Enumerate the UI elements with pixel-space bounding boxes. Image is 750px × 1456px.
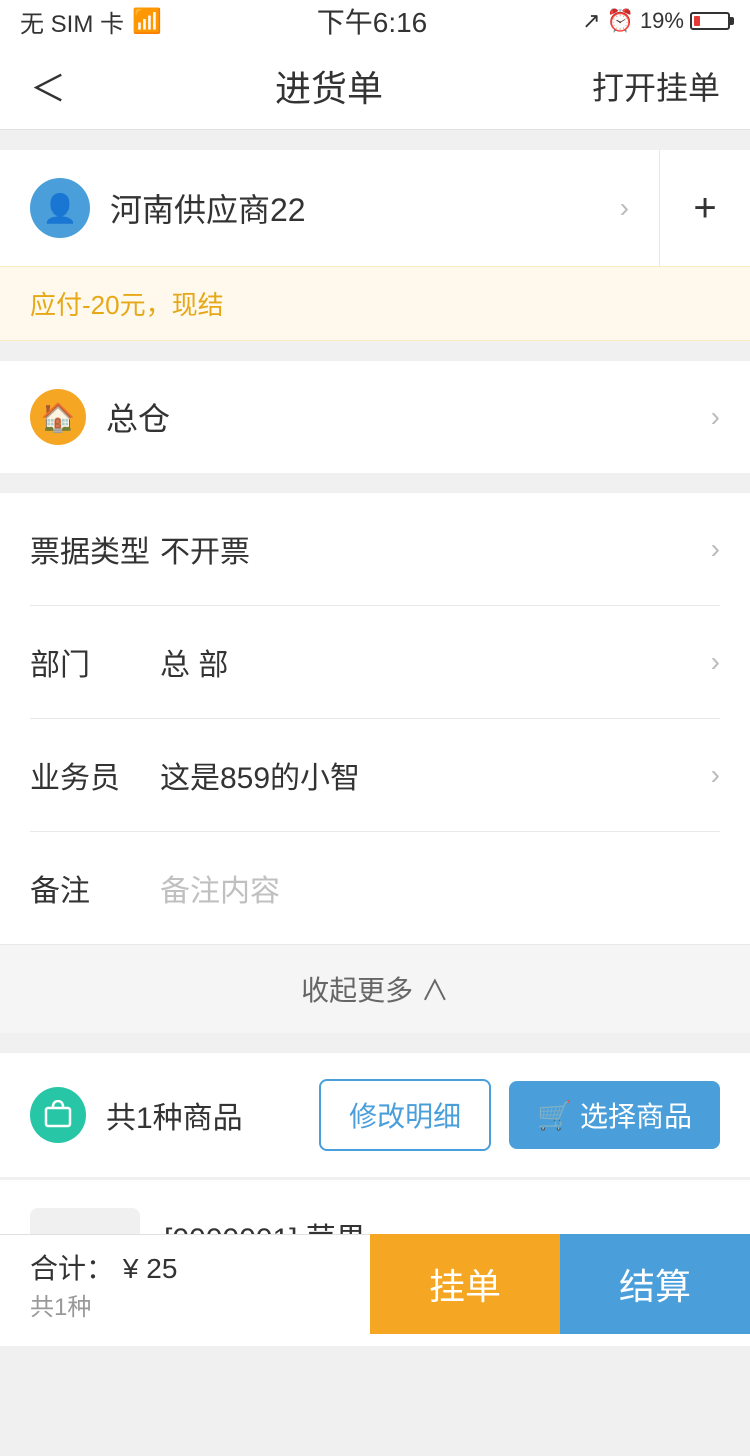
location-icon: ↗ bbox=[582, 8, 600, 34]
total-section: 合计： ¥ 25 共1种 bbox=[0, 1234, 370, 1334]
page-title: 进货单 bbox=[275, 60, 383, 112]
total-amount: 合计： ¥ 25 bbox=[30, 1247, 340, 1287]
nav-bar: ＜ 进货单 打开挂单 bbox=[0, 42, 750, 130]
person-icon: 👤 bbox=[43, 192, 78, 225]
warehouse-selector[interactable]: 🏠 总仓 › bbox=[0, 361, 750, 473]
notice-banner: 应付-20元，现结 bbox=[0, 266, 750, 341]
warehouse-name: 总仓 bbox=[106, 394, 701, 440]
cart-icon: 🛒 bbox=[537, 1099, 572, 1132]
battery-percent: 19% bbox=[640, 8, 684, 34]
supplier-section: 👤 河南供应商22 › + bbox=[0, 150, 750, 266]
invoice-label: 票据类型 bbox=[30, 527, 160, 571]
total-count: 共1种 bbox=[30, 1287, 340, 1322]
back-button[interactable]: ＜ bbox=[30, 60, 66, 112]
suspend-button[interactable]: 挂单 bbox=[370, 1234, 560, 1334]
remark-input[interactable]: 备注内容 bbox=[160, 866, 720, 910]
battery-icon bbox=[690, 12, 730, 30]
remark-row[interactable]: 备注 备注内容 bbox=[0, 832, 750, 944]
salesman-row[interactable]: 业务员 这是859的小智 › bbox=[0, 719, 750, 831]
separator-1 bbox=[0, 130, 750, 150]
product-header: 共1种商品 修改明细 🛒 选择商品 bbox=[0, 1053, 750, 1178]
warehouse-icon: 🏠 bbox=[30, 389, 86, 445]
modify-detail-button[interactable]: 修改明细 bbox=[319, 1079, 491, 1151]
supplier-avatar: 👤 bbox=[30, 178, 90, 238]
invoice-value: 不开票 bbox=[160, 527, 701, 571]
collapse-button[interactable]: 收起更多 ∧ bbox=[0, 944, 750, 1033]
status-bar: 无 SIM 卡 📶 下午6:16 ↗ ⏰ 19% bbox=[0, 0, 750, 42]
invoice-type-row[interactable]: 票据类型 不开票 › bbox=[0, 493, 750, 605]
product-icon bbox=[30, 1087, 86, 1143]
chevron-right-icon-2: › bbox=[711, 401, 720, 433]
status-time: 下午6:16 bbox=[317, 1, 428, 41]
alarm-icon: ⏰ bbox=[607, 8, 634, 34]
form-section: 票据类型 不开票 › 部门 总 部 › 业务员 这是859的小智 › 备注 备注… bbox=[0, 493, 750, 944]
supplier-name: 河南供应商22 bbox=[110, 185, 610, 231]
department-value: 总 部 bbox=[160, 640, 701, 684]
open-pending-button[interactable]: 打开挂单 bbox=[592, 63, 720, 109]
department-label: 部门 bbox=[30, 640, 160, 684]
department-row[interactable]: 部门 总 部 › bbox=[0, 606, 750, 718]
status-right: ↗ ⏰ 19% bbox=[582, 8, 730, 34]
supplier-selector[interactable]: 👤 河南供应商22 › bbox=[0, 150, 660, 266]
separator-2 bbox=[0, 341, 750, 361]
chevron-right-icon: › bbox=[620, 192, 629, 224]
checkout-button[interactable]: 结算 bbox=[560, 1234, 750, 1334]
add-supplier-button[interactable]: + bbox=[660, 150, 750, 266]
separator-3 bbox=[0, 473, 750, 493]
chevron-right-icon-3: › bbox=[711, 533, 720, 565]
chevron-right-icon-5: › bbox=[711, 759, 720, 791]
status-carrier: 无 SIM 卡 📶 bbox=[20, 4, 162, 39]
bottom-bar: 合计： ¥ 25 共1种 挂单 结算 bbox=[0, 1234, 750, 1334]
product-count: 共1种商品 bbox=[106, 1093, 319, 1137]
chevron-right-icon-4: › bbox=[711, 646, 720, 678]
separator-4 bbox=[0, 1033, 750, 1053]
select-product-button[interactable]: 🛒 选择商品 bbox=[509, 1081, 720, 1149]
remark-label: 备注 bbox=[30, 866, 160, 910]
salesman-value: 这是859的小智 bbox=[160, 753, 701, 797]
wifi-icon: 📶 bbox=[132, 7, 162, 36]
salesman-label: 业务员 bbox=[30, 753, 160, 797]
